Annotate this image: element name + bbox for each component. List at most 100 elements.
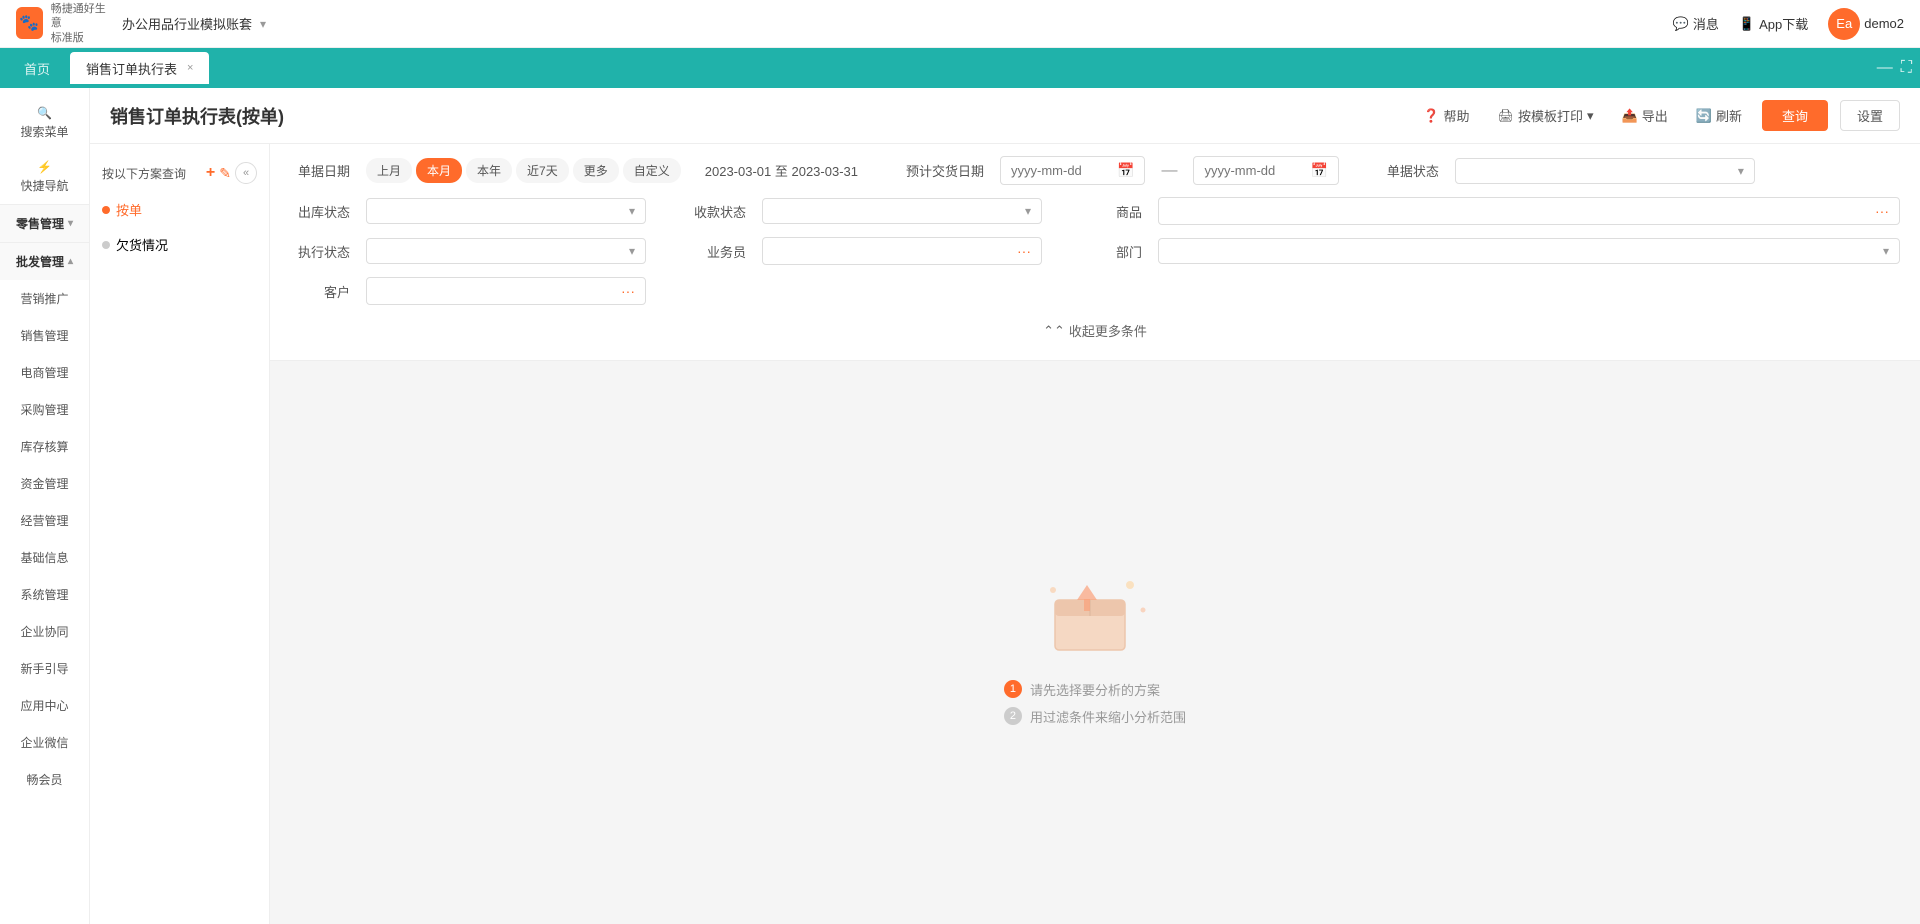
expected-date-to-wrap: 📅 (1193, 156, 1338, 185)
collapse-up-icon: ⌃⌃ (1043, 323, 1065, 339)
empty-state: 1 请先选择要分析的方案 2 用过滤条件来缩小分析范围 (270, 361, 1920, 924)
status-select[interactable]: ▾ (1455, 158, 1755, 184)
sidebar-item-member[interactable]: 畅会员 (0, 761, 89, 798)
date-range-text: 2023-03-01 至 2023-03-31 (705, 161, 858, 180)
top-header: 🐾 畅捷通好生意 标准版 办公用品行业模拟账套 ▾ 💬 消息 📱 App下载 E… (0, 0, 1920, 48)
refresh-icon: 🔄 (1696, 108, 1712, 124)
maximize-window-icon[interactable]: ⛶ (1901, 59, 1912, 77)
logo-icon: 🐾 (16, 7, 43, 39)
chip-this-month[interactable]: 本月 (416, 158, 462, 183)
execution-dropdown-icon: ▾ (629, 244, 635, 258)
collapse-more-button[interactable]: ⌃⌃ 收起更多条件 (290, 313, 1900, 348)
query-button[interactable]: 查询 (1762, 100, 1828, 131)
sidebar-item-sales[interactable]: 销售管理 (0, 317, 89, 354)
sidebar-shortcut[interactable]: ⚡ 快捷导航 (0, 150, 89, 204)
date-label: 单据日期 (290, 161, 350, 180)
filter-row-2: 出库状态 ▾ 收款状态 ▾ 商品 ··· (290, 197, 1900, 225)
print-icon: 🖨 (1498, 108, 1515, 124)
filter-panel: 单据日期 上月 本月 本年 近7天 更多 自定义 2023-03-01 至 20… (270, 144, 1920, 361)
retail-arrow-icon: ▾ (68, 218, 73, 229)
edit-plan-icon[interactable]: ✎ (219, 165, 231, 182)
chip-last-7-days[interactable]: 近7天 (516, 158, 569, 183)
logo-area: 🐾 畅捷通好生意 标准版 (16, 2, 106, 45)
sidebar-item-ecommerce[interactable]: 电商管理 (0, 354, 89, 391)
sidebar-item-newuser[interactable]: 新手引导 (0, 650, 89, 687)
status-label: 单据状态 (1379, 161, 1439, 180)
sidebar-item-purchase[interactable]: 采购管理 (0, 391, 89, 428)
message-button[interactable]: 💬 消息 (1673, 14, 1719, 33)
left-panel-actions: + ✎ « (206, 162, 257, 184)
sidebar-item-wechat[interactable]: 企业微信 (0, 724, 89, 761)
chip-custom[interactable]: 自定义 (623, 158, 681, 183)
goods-select[interactable]: ··· (1158, 197, 1900, 225)
department-select[interactable]: ▾ (1158, 238, 1900, 264)
chip-more[interactable]: 更多 (573, 158, 619, 183)
sidebar-item-inventory[interactable]: 库存核算 (0, 428, 89, 465)
plan-item-shortage[interactable]: 欠货情况 (90, 227, 269, 262)
delivery-status-select[interactable]: ▾ (366, 198, 646, 224)
department-dropdown-icon: ▾ (1883, 244, 1889, 258)
expected-date-to-input[interactable] (1204, 163, 1304, 178)
payment-status-select[interactable]: ▾ (762, 198, 1042, 224)
date-chip-group: 上月 本月 本年 近7天 更多 自定义 (366, 158, 681, 183)
chip-last-month[interactable]: 上月 (366, 158, 412, 183)
date-separator: — (1161, 162, 1177, 180)
sidebar-item-basic-info[interactable]: 基础信息 (0, 539, 89, 576)
sidebar-item-appcenter[interactable]: 应用中心 (0, 687, 89, 724)
sidebar-item-operations[interactable]: 经营管理 (0, 502, 89, 539)
add-plan-icon[interactable]: + (206, 164, 215, 182)
sidebar-item-finance[interactable]: 资金管理 (0, 465, 89, 502)
search-icon: 🔍 (37, 106, 52, 120)
help-button[interactable]: ❓ 帮助 (1415, 102, 1477, 129)
collapse-panel-button[interactable]: « (235, 162, 257, 184)
export-icon: 📤 (1622, 108, 1638, 124)
empty-tip-1: 1 请先选择要分析的方案 (1004, 680, 1186, 699)
minimize-window-icon[interactable]: — (1877, 59, 1893, 77)
app-download-button[interactable]: 📱 App下载 (1739, 14, 1808, 33)
empty-illustration (1035, 560, 1155, 660)
date-to-icon: 📅 (1310, 162, 1327, 179)
sidebar-search[interactable]: 🔍 搜索菜单 (0, 96, 89, 150)
delivery-status-label: 出库状态 (290, 202, 350, 221)
expected-date-from-input[interactable] (1011, 163, 1111, 178)
split-layout: 按以下方案查询 + ✎ « 按单 欠货情况 (90, 144, 1920, 924)
customer-label: 客户 (290, 282, 350, 301)
customer-more-icon[interactable]: ··· (621, 283, 635, 299)
salesperson-label: 业务员 (686, 242, 746, 261)
breadcrumb-dropdown-icon[interactable]: ▾ (260, 17, 266, 31)
user-profile[interactable]: Ea demo2 (1828, 8, 1904, 40)
empty-tips: 1 请先选择要分析的方案 2 用过滤条件来缩小分析范围 (1004, 680, 1186, 726)
avatar: Ea (1828, 8, 1860, 40)
main-content: 单据日期 上月 本月 本年 近7天 更多 自定义 2023-03-01 至 20… (270, 144, 1920, 924)
settings-button[interactable]: 设置 (1840, 100, 1900, 131)
sidebar-item-system[interactable]: 系统管理 (0, 576, 89, 613)
sidebar-item-retail[interactable]: 零售管理 ▾ (0, 204, 89, 242)
export-button[interactable]: 📤 导出 (1614, 102, 1676, 129)
empty-tip-2: 2 用过滤条件来缩小分析范围 (1004, 707, 1186, 726)
goods-more-icon[interactable]: ··· (1875, 203, 1889, 219)
customer-select[interactable]: ··· (366, 277, 646, 305)
expected-date-label: 预计交货日期 (906, 161, 984, 180)
refresh-button[interactable]: 🔄 刷新 (1688, 102, 1750, 129)
sidebar: 🔍 搜索菜单 ⚡ 快捷导航 零售管理 ▾ 批发管理 ▴ 营销推广 销售管理 电商… (0, 88, 90, 924)
tab-close-icon[interactable]: × (187, 62, 193, 74)
plan-item-by-order[interactable]: 按单 (90, 192, 269, 227)
chip-this-year[interactable]: 本年 (466, 158, 512, 183)
tab-sales-order[interactable]: 销售订单执行表 × (70, 52, 209, 84)
logo-text: 畅捷通好生意 标准版 (51, 2, 106, 45)
filter-row-4: 客户 ··· (290, 277, 1900, 305)
sidebar-item-wholesale[interactable]: 批发管理 ▴ (0, 242, 89, 280)
expected-date-from-wrap: 📅 (1000, 156, 1145, 185)
nav-tabs-right: — ⛶ (1877, 59, 1912, 77)
date-from-icon: 📅 (1117, 162, 1134, 179)
header-center: 办公用品行业模拟账套 ▾ (106, 14, 1673, 33)
department-label: 部门 (1082, 242, 1142, 261)
sidebar-item-enterprise[interactable]: 企业协同 (0, 613, 89, 650)
salesperson-select[interactable]: ··· (762, 237, 1042, 265)
salesperson-more-icon[interactable]: ··· (1017, 243, 1031, 259)
print-button[interactable]: 🖨 按模板打印 ▾ (1490, 102, 1602, 129)
sidebar-item-marketing[interactable]: 营销推广 (0, 280, 89, 317)
tab-home[interactable]: 首页 (8, 52, 66, 84)
execution-status-select[interactable]: ▾ (366, 238, 646, 264)
delivery-dropdown-icon: ▾ (629, 204, 635, 218)
